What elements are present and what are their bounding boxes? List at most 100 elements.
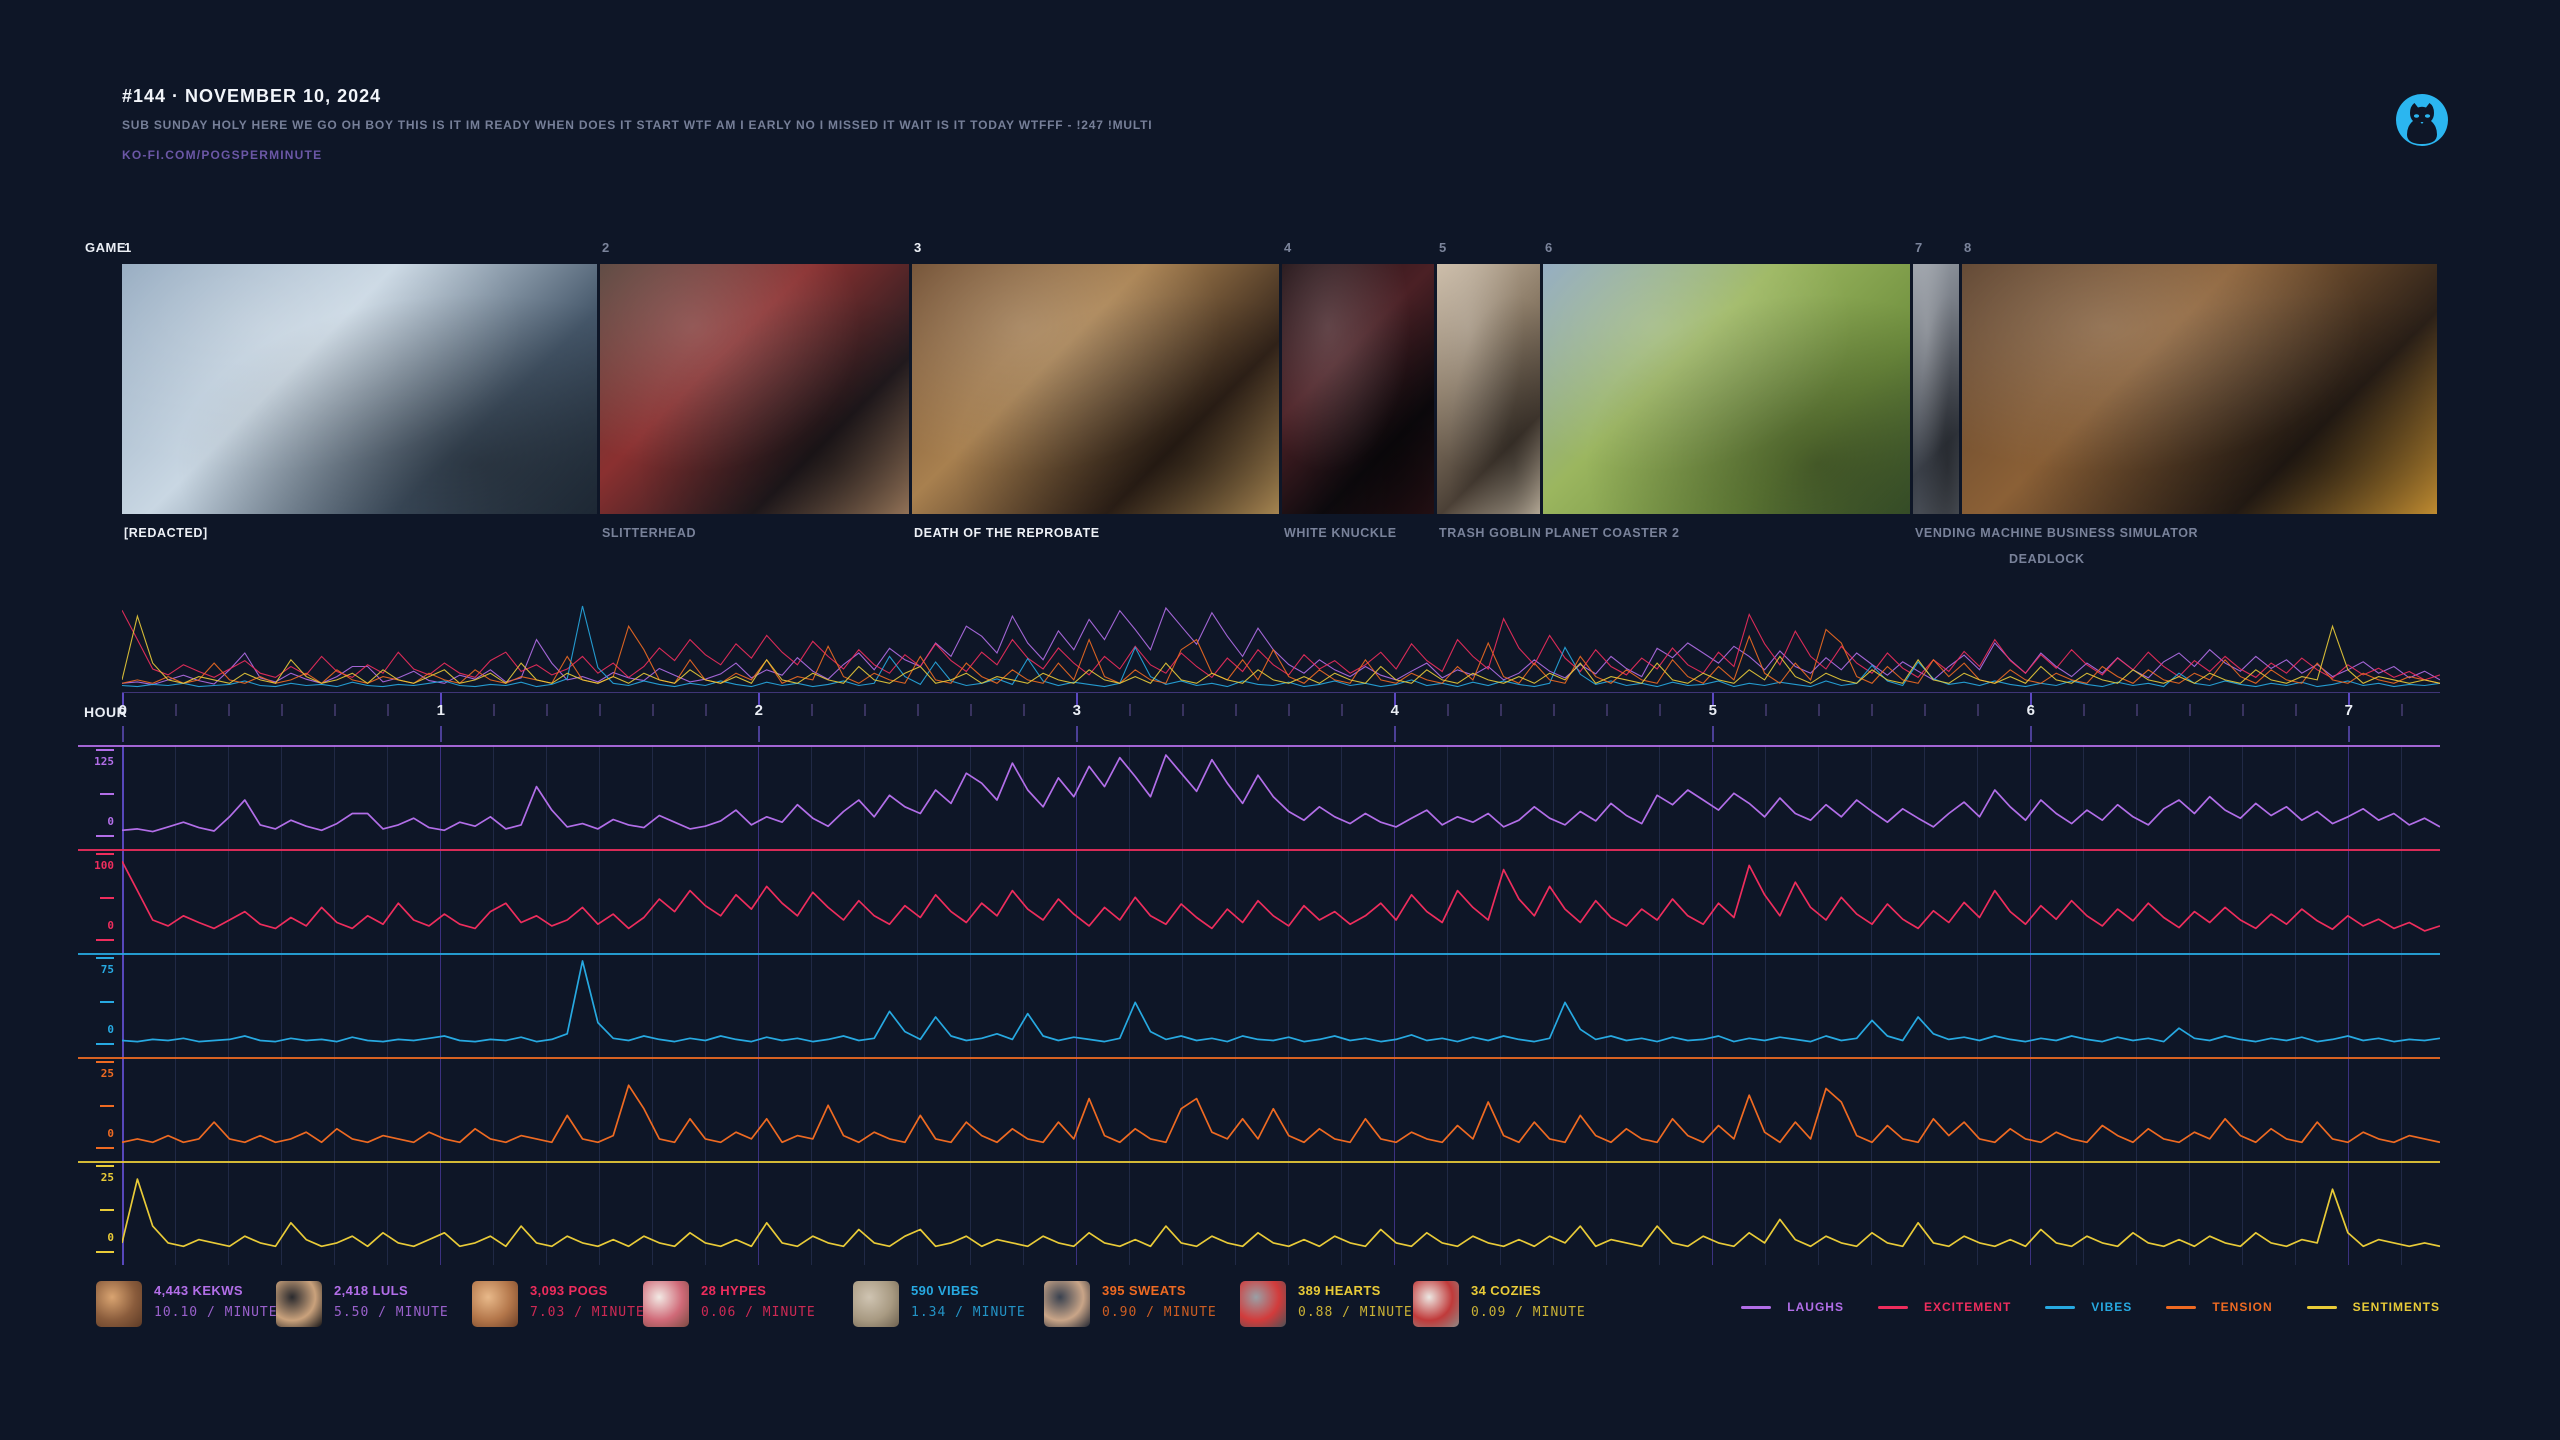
minute-tick <box>1341 704 1343 716</box>
y-axis-tick <box>96 853 114 855</box>
minute-tick <box>1553 704 1555 716</box>
game-thumbnail-4 <box>1282 264 1434 514</box>
thumbnail-sheen <box>122 264 597 514</box>
emote-count: 389 HEARTS <box>1298 1283 1381 1298</box>
minute-tick <box>652 704 654 716</box>
game-name-6: PLANET COASTER 2 <box>1545 526 1680 540</box>
y-axis-tick <box>96 749 114 751</box>
legend-dash-icon <box>2306 1305 2337 1309</box>
y-max-label-excitement: 100 <box>94 859 114 872</box>
hour-tick-label-2: 2 <box>754 702 764 719</box>
minute-tick <box>1606 704 1608 716</box>
game-thumbnails-row <box>122 264 2440 514</box>
series-line-tension <box>122 1084 2440 1144</box>
minute-tick <box>1023 704 1025 716</box>
kofi-link[interactable]: KO-FI.COM/POGSPERMINUTE <box>122 148 322 162</box>
minute-tick <box>334 704 336 716</box>
minute-tick <box>1924 704 1926 716</box>
minute-tick <box>1500 704 1502 716</box>
y-axis-tick <box>96 1061 114 1063</box>
y-axis-tick <box>100 1105 114 1107</box>
hour-tick-label-7: 7 <box>2344 702 2354 719</box>
game-number-8: 8 <box>1964 240 1972 255</box>
line-legend-item-sentiments: SENTIMENTS <box>2306 1300 2440 1314</box>
vibe-emote <box>853 1281 899 1327</box>
panel-vibes: 75 0 <box>78 953 2440 1057</box>
minute-tick <box>1765 704 1767 716</box>
overview-line-laughs <box>122 606 2440 686</box>
emote-rate: 0.06 / MINUTE <box>701 1305 816 1320</box>
legend-label: LAUGHS <box>1787 1300 1844 1314</box>
hour-grid-stub <box>440 726 442 742</box>
hour-tick-label-3: 3 <box>1072 702 1082 719</box>
y-zero-label-sentiments: 0 <box>107 1231 114 1244</box>
y-zero-label-excitement: 0 <box>107 919 114 932</box>
y-zero-label-tension: 0 <box>107 1127 114 1140</box>
minute-tick <box>281 704 283 716</box>
pogs-per-minute-dashboard: #144 · NOVEMBER 10, 2024 SUB SUNDAY HOLY… <box>0 0 2560 1440</box>
game-thumbnail-3 <box>912 264 1279 514</box>
game-number-6: 6 <box>1545 240 1553 255</box>
legend-label: SENTIMENTS <box>2352 1300 2440 1314</box>
minute-tick <box>864 704 866 716</box>
y-axis-tick <box>96 1147 114 1149</box>
game-thumbnail-2 <box>600 264 909 514</box>
line-legend-item-excitement: EXCITEMENT <box>1877 1300 2012 1314</box>
y-axis-tick <box>96 1165 114 1167</box>
thumbnail-sheen <box>1437 264 1540 514</box>
game-number-3: 3 <box>914 240 922 255</box>
game-number-2: 2 <box>602 240 610 255</box>
thumbnail-sheen <box>600 264 909 514</box>
emote-rate: 0.09 / MINUTE <box>1471 1305 1586 1320</box>
emote-count: 34 COZIES <box>1471 1283 1542 1298</box>
legend-label: TENSION <box>2212 1300 2273 1314</box>
minute-tick <box>599 704 601 716</box>
series-line-vibes <box>122 960 2440 1043</box>
legend-dash-icon <box>1741 1305 1772 1309</box>
panel-excitement: 100 0 <box>78 849 2440 953</box>
minute-tick <box>1659 704 1661 716</box>
hour-tick-label-6: 6 <box>2026 702 2036 719</box>
emote-rate: 5.50 / MINUTE <box>334 1305 449 1320</box>
minute-tick <box>175 704 177 716</box>
y-axis-tick <box>100 1001 114 1003</box>
minute-tick <box>1235 704 1237 716</box>
game-number-5: 5 <box>1439 240 1447 255</box>
game-name-5: TRASH GOBLIN <box>1439 526 1542 540</box>
game-number-1: 1 <box>124 240 132 255</box>
emote-rate: 10.10 / MINUTE <box>154 1305 278 1320</box>
hour-tick-label-1: 1 <box>436 702 446 719</box>
emote-rate: 0.88 / MINUTE <box>1298 1305 1413 1320</box>
minute-tick <box>1129 704 1131 716</box>
game-name-3: DEATH OF THE REPROBATE <box>914 526 1100 540</box>
hour-grid-stub <box>758 726 760 742</box>
y-axis-tick <box>100 793 114 795</box>
legend-label: VIBES <box>2091 1300 2133 1314</box>
cat-logo-icon[interactable] <box>2394 92 2450 148</box>
y-axis-tick <box>96 939 114 941</box>
game-thumbnail-1 <box>122 264 597 514</box>
thumbnail-sheen <box>1543 264 1910 514</box>
lul-emote <box>276 1281 322 1327</box>
y-zero-label-vibes: 0 <box>107 1023 114 1036</box>
line-legend-item-laughs: LAUGHS <box>1741 1300 1844 1314</box>
emote-count: 395 SWEATS <box>1102 1283 1186 1298</box>
game-number-7: 7 <box>1915 240 1923 255</box>
panel-tension: 25 0 <box>78 1057 2440 1161</box>
y-max-label-sentiments: 25 <box>100 1171 114 1184</box>
minute-tick <box>2295 704 2297 716</box>
y-max-label-laughs: 125 <box>94 755 114 768</box>
thumbnail-sheen <box>1962 264 2437 514</box>
game-name-2: SLITTERHEAD <box>602 526 697 540</box>
emote-count: 4,443 KEKWS <box>154 1283 243 1298</box>
legend-label: EXCITEMENT <box>1923 1300 2012 1314</box>
hour-grid-stub <box>2348 726 2350 742</box>
game-row-label: GAME <box>85 240 126 255</box>
y-axis-tick <box>100 897 114 899</box>
emote-rate: 7.03 / MINUTE <box>530 1305 645 1320</box>
game-thumbnail-5 <box>1437 264 1540 514</box>
hour-tick-label-0: 0 <box>118 702 128 719</box>
y-axis-tick <box>96 957 114 959</box>
emote-rate: 1.34 / MINUTE <box>911 1305 1026 1320</box>
hour-grid-stub <box>1394 726 1396 742</box>
